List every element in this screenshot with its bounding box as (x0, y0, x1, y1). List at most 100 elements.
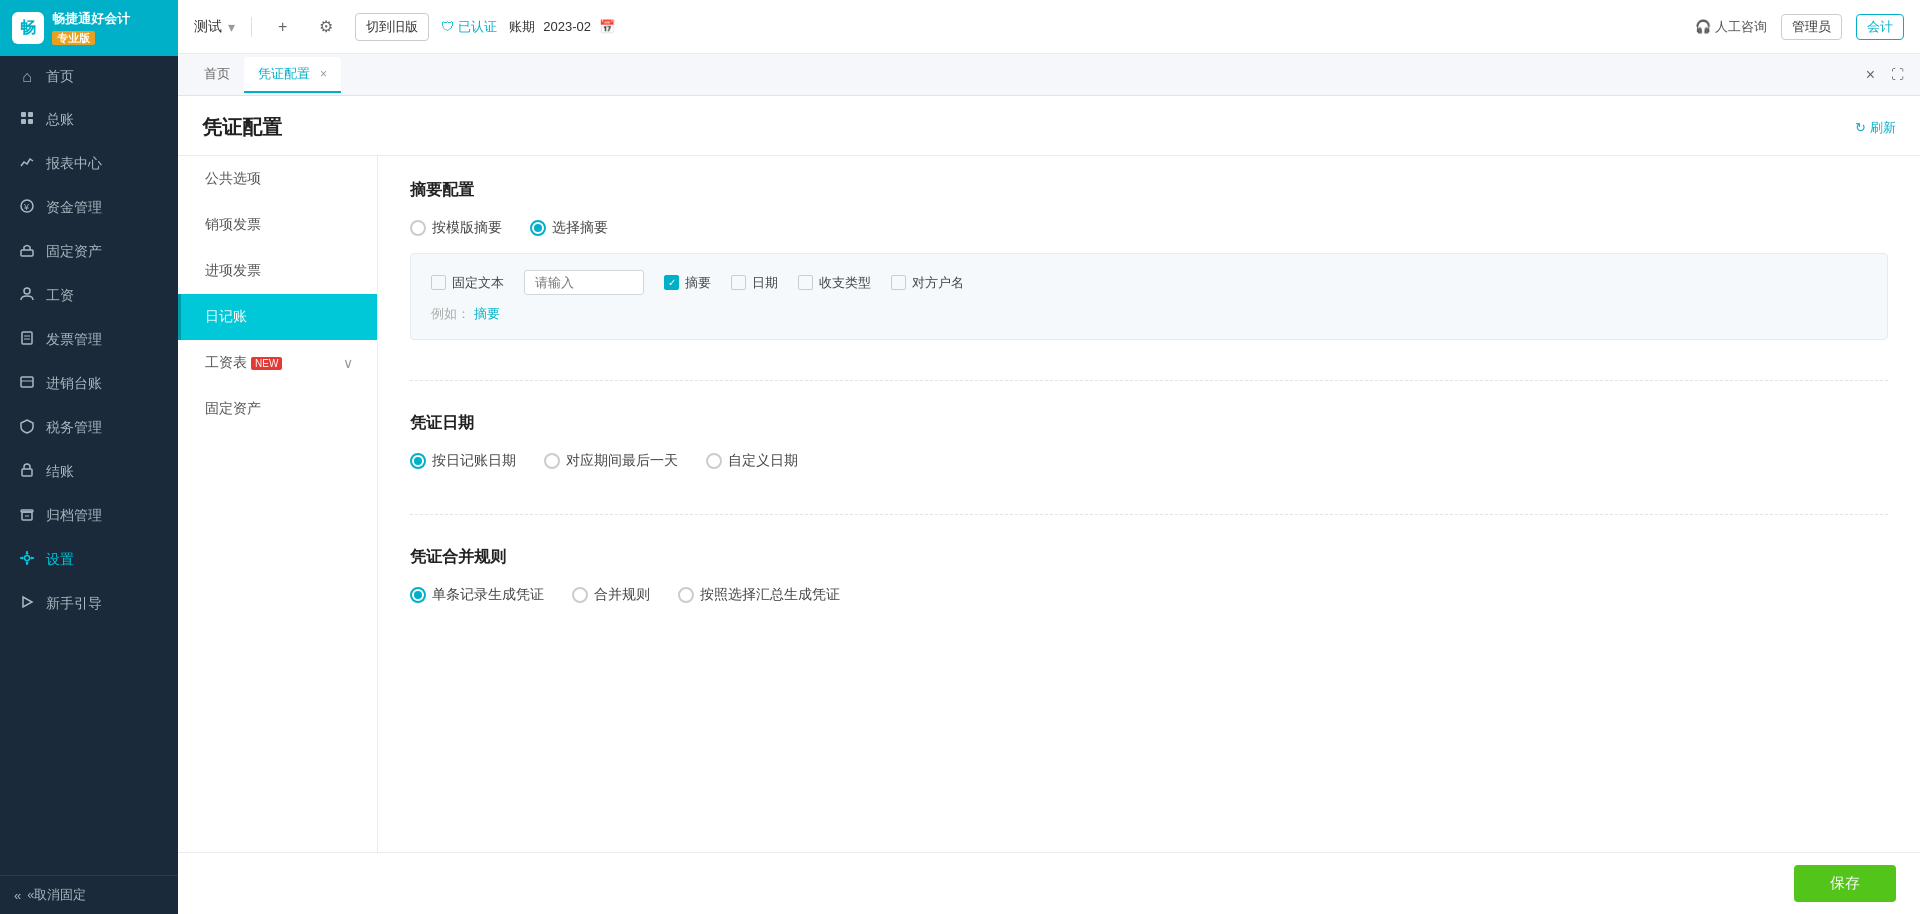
arrow-left-icon: « (14, 888, 21, 903)
sidebar-item-archive[interactable]: 归档管理 (0, 494, 178, 538)
radio-circle-merge-rule (572, 587, 588, 603)
dropdown-icon[interactable]: ▾ (228, 19, 235, 35)
radio-select-summary[interactable]: 选择摘要 (530, 219, 608, 237)
sidebar: 畅 畅捷通好会计 专业版 ⌂ 首页 总账 报表中心 ¥ (0, 0, 178, 914)
company-name: 测试 ▾ (194, 18, 235, 36)
svg-rect-3 (28, 119, 33, 124)
nav-payroll[interactable]: 工资表 NEW ∨ (178, 340, 377, 386)
refresh-icon: ↻ (1855, 120, 1866, 135)
sidebar-item-funds[interactable]: ¥ 资金管理 (0, 186, 178, 230)
tab-home[interactable]: 首页 (190, 57, 244, 93)
radio-custom-date[interactable]: 自定义日期 (706, 452, 798, 470)
radio-period-last[interactable]: 对应期间最后一天 (544, 452, 678, 470)
certified-badge: 🛡 已认证 (441, 18, 497, 36)
sidebar-item-label: 固定资产 (46, 243, 102, 261)
support-label: 人工咨询 (1715, 18, 1767, 36)
radio-circle-template (410, 220, 426, 236)
summary-radio-group: 按模版摘要 选择摘要 (410, 219, 1888, 237)
expand-icon: ∨ (343, 355, 353, 371)
radio-circle-single (410, 587, 426, 603)
page-header: 凭证配置 ↻ 刷新 (178, 96, 1920, 156)
reports-icon (18, 154, 36, 174)
radio-single-label: 单条记录生成凭证 (432, 586, 544, 604)
tab-voucher-config[interactable]: 凭证配置 × (244, 57, 341, 93)
switch-version-btn[interactable]: 切到旧版 (355, 13, 429, 41)
funds-icon: ¥ (18, 198, 36, 218)
svg-rect-0 (21, 112, 26, 117)
fullscreen-btn[interactable]: ⛶ (1887, 62, 1908, 88)
checkbox-income-type[interactable]: 收支类型 (798, 274, 871, 292)
role-btn[interactable]: 会计 (1856, 14, 1904, 40)
cancel-fixed-btn[interactable]: « «取消固定 (0, 875, 178, 914)
svg-marker-18 (23, 597, 32, 607)
checkbox-fixed-text[interactable]: 固定文本 (431, 274, 504, 292)
radio-period-last-label: 对应期间最后一天 (566, 452, 678, 470)
period-label: 账期 (509, 18, 535, 36)
nav-sales-invoice[interactable]: 销项发票 (178, 202, 377, 248)
main-area: 测试 ▾ + ⚙ 切到旧版 🛡 已认证 账期 2023-02 📅 🎧 人工咨询 … (178, 0, 1920, 914)
checkbox-date[interactable]: 日期 (731, 274, 778, 292)
nav-purchase-invoice[interactable]: 进项发票 (178, 248, 377, 294)
svg-text:¥: ¥ (23, 202, 30, 212)
sidebar-item-label: 设置 (46, 551, 74, 569)
checkbox-counterpart-box (891, 275, 906, 290)
radio-template-summary[interactable]: 按模版摘要 (410, 219, 502, 237)
radio-select-merge-label: 按照选择汇总生成凭证 (700, 586, 840, 604)
sidebar-item-sales-purchases[interactable]: 进销台账 (0, 362, 178, 406)
radio-template-label: 按模版摘要 (432, 219, 502, 237)
tab-close-icon[interactable]: × (320, 67, 327, 81)
fixed-assets-icon (18, 242, 36, 262)
svg-point-7 (24, 288, 30, 294)
radio-merge-rule-label: 合并规则 (594, 586, 650, 604)
sidebar-item-home[interactable]: ⌂ 首页 (0, 56, 178, 98)
nav-fixed-assets[interactable]: 固定资产 (178, 386, 377, 432)
sidebar-item-invoice[interactable]: 发票管理 (0, 318, 178, 362)
sidebar-item-settings[interactable]: 设置 (0, 538, 178, 582)
refresh-label: 刷新 (1870, 119, 1896, 137)
nav-journal[interactable]: 日记账 (178, 294, 377, 340)
support-btn[interactable]: 🎧 人工咨询 (1695, 18, 1767, 36)
logo-icon: 畅 (12, 12, 44, 44)
new-badge: NEW (251, 357, 282, 370)
radio-single[interactable]: 单条记录生成凭证 (410, 586, 544, 604)
save-button[interactable]: 保存 (1794, 865, 1896, 902)
period-value: 2023-02 (543, 19, 591, 34)
radio-journal-date[interactable]: 按日记账日期 (410, 452, 516, 470)
sidebar-item-reports[interactable]: 报表中心 (0, 142, 178, 186)
fixed-text-input[interactable] (524, 270, 644, 295)
close-btn[interactable]: × (1862, 62, 1879, 88)
tabbar: 首页 凭证配置 × × ⛶ (178, 54, 1920, 96)
settings-btn[interactable]: ⚙ (309, 13, 343, 40)
nav-public[interactable]: 公共选项 (178, 156, 377, 202)
merge-radio-group: 单条记录生成凭证 合并规则 按照选择汇总生成凭证 (410, 586, 1888, 604)
checkbox-summary[interactable]: 摘要 (664, 274, 711, 292)
radio-circle-period-last (544, 453, 560, 469)
svg-rect-8 (22, 332, 32, 344)
content-body: 公共选项 销项发票 进项发票 日记账 工资表 NEW ∨ 固定资产 (178, 156, 1920, 852)
invoice-icon (18, 330, 36, 350)
left-nav: 公共选项 销项发票 进项发票 日记账 工资表 NEW ∨ 固定资产 (178, 156, 378, 852)
radio-merge-rule[interactable]: 合并规则 (572, 586, 650, 604)
sidebar-item-label: 首页 (46, 68, 74, 86)
guide-icon (18, 594, 36, 614)
sidebar-item-fixed-assets[interactable]: 固定资产 (0, 230, 178, 274)
checkbox-row: 固定文本 摘要 日期 (431, 270, 1867, 295)
sidebar-item-ledger[interactable]: 总账 (0, 98, 178, 142)
topbar-divider (251, 17, 252, 37)
radio-select-merge[interactable]: 按照选择汇总生成凭证 (678, 586, 840, 604)
right-panel: 摘要配置 按模版摘要 选择摘要 (378, 156, 1920, 852)
payroll-icon (18, 286, 36, 306)
sidebar-item-closing[interactable]: 结账 (0, 450, 178, 494)
add-btn[interactable]: + (268, 14, 297, 40)
calendar-icon[interactable]: 📅 (599, 19, 615, 34)
tabbar-right: × ⛶ (1862, 62, 1908, 88)
sidebar-item-guide[interactable]: 新手引导 (0, 582, 178, 626)
summary-section: 摘要配置 按模版摘要 选择摘要 (410, 180, 1888, 381)
sidebar-item-tax[interactable]: 税务管理 (0, 406, 178, 450)
checkbox-counterpart[interactable]: 对方户名 (891, 274, 964, 292)
svg-rect-6 (21, 250, 33, 256)
sidebar-item-payroll[interactable]: 工资 (0, 274, 178, 318)
refresh-btn[interactable]: ↻ 刷新 (1855, 119, 1896, 137)
shield-icon: 🛡 (441, 19, 454, 34)
admin-btn[interactable]: 管理员 (1781, 14, 1842, 40)
